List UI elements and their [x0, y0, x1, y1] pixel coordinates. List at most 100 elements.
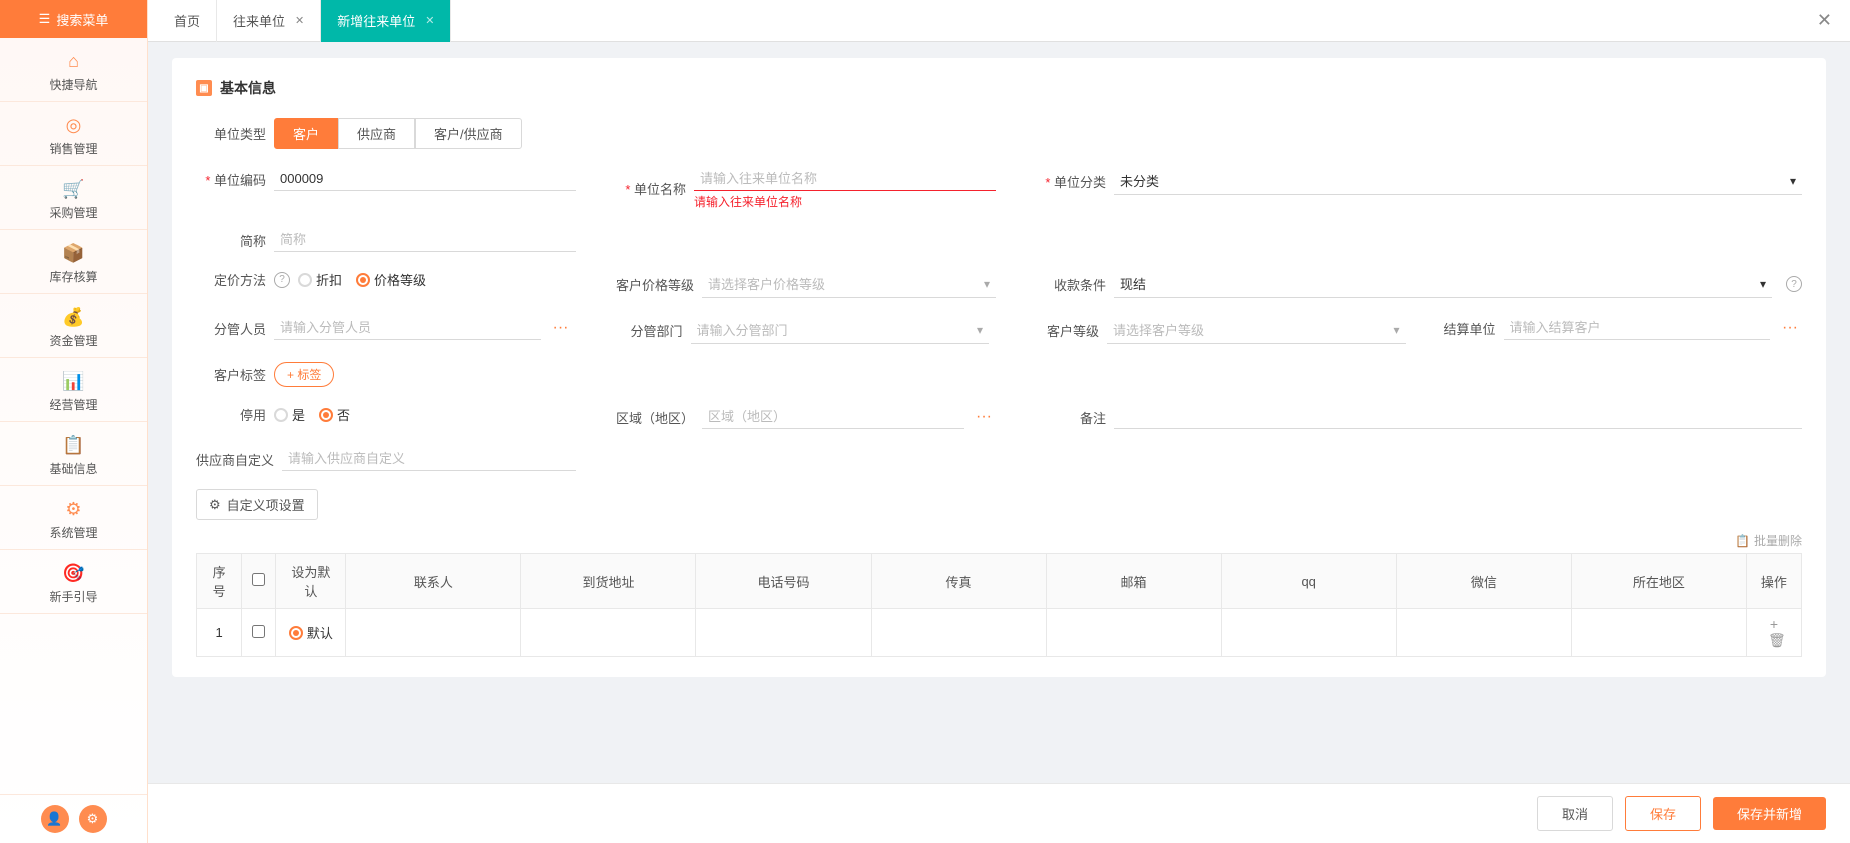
sidebar-item-sales[interactable]: ◎ 销售管理	[0, 102, 147, 166]
tab-partners[interactable]: 往来单位 ✕	[217, 0, 321, 42]
th-contact: 联系人	[346, 554, 521, 609]
tab-bar-close-btn[interactable]: ✕	[1809, 10, 1840, 31]
pricing-radio-group: 折扣 价格等级	[298, 270, 426, 289]
manager-row: 分管人员 ··· 分管部门 请输入分管部门 ▾ 客户等级 请选择客户等级 ▾	[196, 316, 1802, 344]
phone-input[interactable]	[706, 625, 860, 640]
type-btn-both[interactable]: 客户/供应商	[415, 118, 522, 149]
row-checkbox-input[interactable]	[252, 625, 265, 638]
supplier-custom-input[interactable]	[282, 447, 576, 471]
pricing-radio-discount[interactable]: 折扣	[298, 270, 342, 289]
customer-price-placeholder: 请选择客户价格等级	[708, 274, 825, 293]
save-and-new-button[interactable]: 保存并新增	[1713, 797, 1826, 830]
settings-icon[interactable]: ⚙	[79, 805, 107, 833]
unit-code-input[interactable]	[274, 167, 576, 191]
settlement-field: 结算单位 ···	[1426, 316, 1803, 340]
unit-code-label: 单位编码	[196, 170, 266, 189]
disabled-radio-group: 是 否	[274, 405, 350, 424]
row-email[interactable]	[1046, 609, 1221, 657]
sidebar-item-system[interactable]: ⚙ 系统管理	[0, 486, 147, 550]
settlement-more-btn[interactable]: ···	[1778, 319, 1802, 337]
dept-field: 分管部门 请输入分管部门 ▾	[613, 316, 990, 344]
sidebar-item-guide[interactable]: 🎯 新手引导	[0, 550, 147, 614]
type-btn-supplier[interactable]: 供应商	[338, 118, 415, 149]
row-phone[interactable]	[696, 609, 871, 657]
tab-new-partner-close[interactable]: ✕	[425, 14, 434, 27]
customer-price-caret: ▾	[984, 277, 990, 291]
wechat-input[interactable]	[1407, 625, 1561, 640]
settlement-input[interactable]	[1504, 316, 1771, 340]
pricing-help-icon[interactable]: ?	[274, 272, 290, 288]
disabled-no[interactable]: 否	[319, 405, 350, 424]
sidebar-item-purchase[interactable]: 🛒 采购管理	[0, 166, 147, 230]
disabled-no-label: 否	[337, 405, 350, 424]
sidebar-item-finance[interactable]: 💰 资金管理	[0, 294, 147, 358]
payment-terms-select[interactable]: 现结 ▾	[1114, 270, 1772, 298]
th-default: 设为默认	[276, 554, 346, 609]
row-default[interactable]: 默认	[276, 609, 346, 657]
batch-delete-label: 批量删除	[1754, 532, 1802, 549]
payment-terms-help-icon[interactable]: ?	[1786, 276, 1802, 292]
manager-label: 分管人员	[196, 319, 266, 338]
sidebar-item-label: 库存核算	[49, 268, 97, 285]
manager-input[interactable]	[274, 316, 541, 340]
user-avatar[interactable]: 👤	[41, 805, 69, 833]
sidebar-item-basic[interactable]: 📋 基础信息	[0, 422, 147, 486]
tag-add-button[interactable]: + 标签	[274, 362, 334, 387]
region-label: 区域（地区）	[616, 408, 694, 427]
sidebar-item-operations[interactable]: 📊 经营管理	[0, 358, 147, 422]
region-field: 区域（地区） ···	[616, 405, 996, 429]
row-qq[interactable]	[1221, 609, 1396, 657]
unit-category-select[interactable]: 未分类 ▾	[1114, 167, 1802, 195]
payment-terms-field: 收款条件 现结 ▾ ?	[1036, 270, 1802, 298]
tab-home-label: 首页	[174, 11, 200, 30]
qq-input[interactable]	[1232, 625, 1386, 640]
unit-name-input[interactable]	[694, 167, 996, 191]
select-all-checkbox[interactable]	[252, 573, 265, 586]
pricing-radio-grade[interactable]: 价格等级	[356, 270, 426, 289]
customer-level-select[interactable]: 请选择客户等级 ▾	[1107, 316, 1406, 344]
row-wechat[interactable]	[1396, 609, 1571, 657]
customer-price-select[interactable]: 请选择客户价格等级 ▾	[702, 270, 996, 298]
unit-name-label: 单位名称	[616, 179, 686, 198]
contact-input[interactable]	[356, 625, 510, 640]
abbr-row: 简称	[196, 228, 1802, 252]
sidebar-item-inventory[interactable]: 📦 库存核算	[0, 230, 147, 294]
row-delete-btn[interactable]: 🗑	[1768, 632, 1786, 648]
dept-select[interactable]: 请输入分管部门 ▾	[691, 316, 990, 344]
row-region[interactable]	[1571, 609, 1746, 657]
manager-more-btn[interactable]: ···	[549, 319, 573, 337]
region-input[interactable]	[702, 405, 964, 429]
row-contact[interactable]	[346, 609, 521, 657]
custom-settings-button[interactable]: ⚙ 自定义项设置	[196, 489, 318, 520]
sidebar-bottom: 👤 ⚙	[0, 794, 147, 843]
sidebar-search[interactable]: ☰ 搜索菜单	[0, 0, 147, 38]
type-btn-customer[interactable]: 客户	[274, 118, 338, 149]
abbr-input[interactable]	[274, 228, 576, 252]
save-button[interactable]: 保存	[1625, 796, 1701, 831]
batch-delete-area: 📋 批量删除	[196, 532, 1802, 549]
fax-input[interactable]	[882, 625, 1036, 640]
guide-icon: 🎯	[63, 562, 85, 584]
code-name-category-row: 单位编码 单位名称 请输入往来单位名称 单位分类	[196, 167, 1802, 210]
default-radio[interactable]: 默认	[286, 623, 335, 642]
cancel-button[interactable]: 取消	[1537, 796, 1613, 831]
row-checkbox[interactable]	[242, 609, 276, 657]
sidebar-item-label: 新手引导	[49, 588, 97, 605]
section-icon: ▣	[196, 80, 212, 96]
tab-partners-close[interactable]: ✕	[295, 14, 304, 27]
address-input[interactable]	[531, 625, 685, 640]
region-more-btn[interactable]: ···	[972, 408, 996, 426]
payment-terms-value: 现结	[1120, 274, 1146, 293]
pricing-label: 定价方法	[196, 270, 266, 289]
th-address: 到货地址	[521, 554, 696, 609]
disabled-yes[interactable]: 是	[274, 405, 305, 424]
sidebar-item-quick-nav[interactable]: ⌂ 快捷导航	[0, 38, 147, 102]
region-table-input[interactable]	[1582, 625, 1736, 640]
row-address[interactable]	[521, 609, 696, 657]
row-add-btn[interactable]: +	[1770, 616, 1778, 632]
remark-input[interactable]	[1114, 405, 1802, 429]
email-input[interactable]	[1057, 625, 1211, 640]
tab-home[interactable]: 首页	[158, 0, 217, 42]
row-fax[interactable]	[871, 609, 1046, 657]
tab-new-partner[interactable]: 新增往来单位 ✕	[321, 0, 451, 42]
